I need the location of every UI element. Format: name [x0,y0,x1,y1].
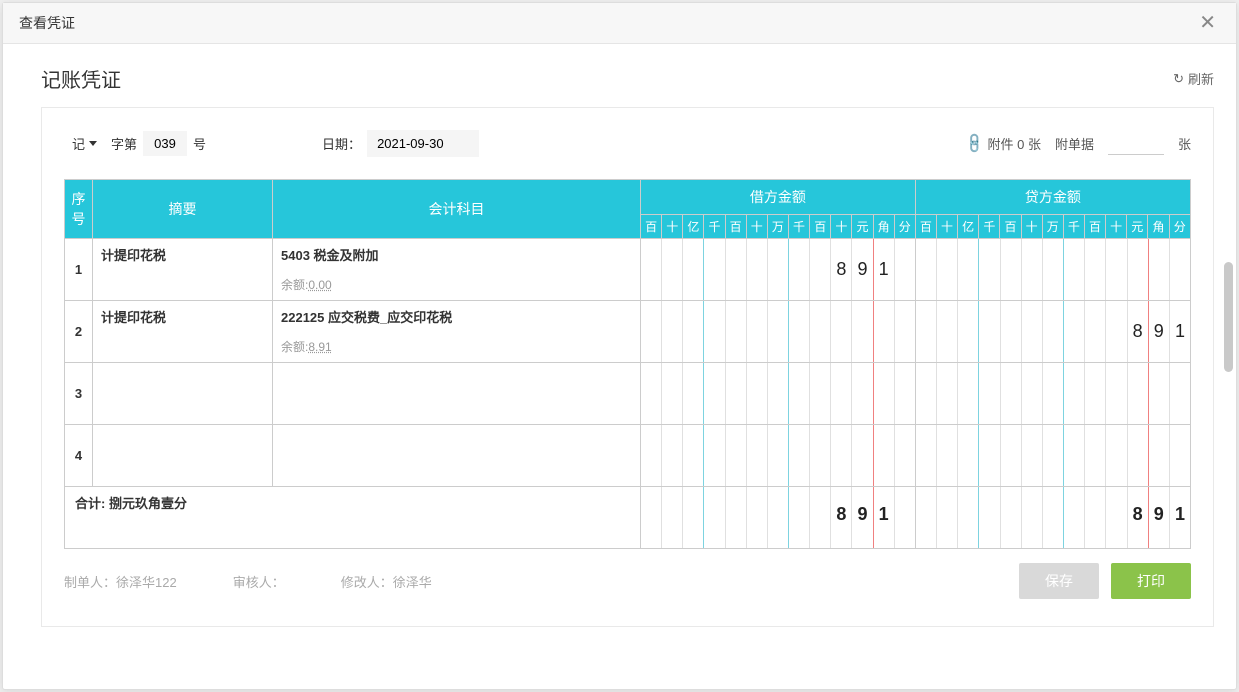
date-input[interactable] [367,130,479,157]
unit-header: 千 [1063,215,1084,239]
row-debit[interactable] [641,301,916,363]
unit-header: 百 [725,215,746,239]
date-label: 日期： [322,134,361,153]
voucher-table: 序号 摘要 会计科目 借方金额 贷方金额 百十亿千百十万千百十元角分百十亿千百十… [64,179,1191,549]
unit-header: 元 [1127,215,1148,239]
row-index: 1 [65,239,93,301]
auditor: 审核人： [233,572,285,591]
unit-header: 角 [873,215,894,239]
unit-header: 十 [1106,215,1127,239]
attach-bill-label: 附单据 [1055,134,1094,153]
attachment-icon: 🔗 [963,131,987,155]
page-title: 记账凭证 [41,64,121,93]
zhang-label: 张 [1178,134,1191,153]
unit-header: 千 [788,215,809,239]
unit-header: 十 [936,215,957,239]
unit-header: 十 [662,215,683,239]
table-row[interactable]: 4 [65,425,1191,487]
chevron-down-icon [89,141,97,146]
unit-header: 万 [767,215,788,239]
row-debit[interactable]: 891 [641,239,916,301]
row-summary[interactable] [93,363,273,425]
unit-header: 十 [1021,215,1042,239]
unit-header: 百 [1084,215,1105,239]
refresh-button[interactable]: ↻ 刷新 [1173,69,1214,88]
unit-header: 十 [746,215,767,239]
modifier: 修改人：徐泽华 [341,572,432,591]
row-summary[interactable] [93,425,273,487]
modal-header: 查看凭证 ✕ [3,3,1236,44]
unit-header: 元 [852,215,873,239]
row-subject[interactable]: 5403 税金及附加余额:0.00 [273,239,641,301]
refresh-label: 刷新 [1188,69,1214,88]
row-credit[interactable] [915,363,1190,425]
row-index: 2 [65,301,93,363]
col-debit: 借方金额 [641,180,916,215]
zidi-label: 字第 [111,134,137,153]
row-index: 3 [65,363,93,425]
row-debit[interactable] [641,425,916,487]
table-row[interactable]: 2计提印花税222125 应交税费_应交印花税余额:8.91 891 [65,301,1191,363]
voucher-modal: 查看凭证 ✕ 记账凭证 ↻ 刷新 记 字第 号 [2,2,1237,690]
voucher-type-select[interactable]: 记 [64,130,105,157]
print-button[interactable]: 打印 [1111,563,1191,599]
row-subject[interactable]: 222125 应交税费_应交印花税余额:8.91 [273,301,641,363]
scrollbar-thumb[interactable] [1224,262,1233,372]
col-subject: 会计科目 [273,180,641,239]
modal-body: 记账凭证 ↻ 刷新 记 字第 号 日期： [3,44,1236,689]
row-subject[interactable] [273,425,641,487]
attach-bill-input[interactable] [1108,133,1164,155]
attachment-link[interactable]: 🔗 附件 0 张 [966,134,1041,153]
row-summary[interactable]: 计提印花税 [93,301,273,363]
close-button[interactable]: ✕ [1195,13,1220,33]
table-row[interactable]: 1计提印花税5403 税金及附加余额:0.00891 [65,239,1191,301]
row-credit[interactable]: 891 [915,301,1190,363]
total-label: 合计: 捌元玖角壹分 [65,487,641,549]
row-credit[interactable] [915,239,1190,301]
col-idx: 序号 [65,180,93,239]
unit-header: 十 [831,215,852,239]
hao-label: 号 [193,134,206,153]
unit-header: 百 [915,215,936,239]
unit-header: 亿 [683,215,704,239]
total-credit: 891 [915,487,1190,549]
unit-header: 千 [704,215,725,239]
maker: 制单人：徐泽华122 [64,572,177,591]
row-index: 4 [65,425,93,487]
row-debit[interactable] [641,363,916,425]
row-summary[interactable]: 计提印花税 [93,239,273,301]
row-subject[interactable] [273,363,641,425]
unit-header: 亿 [958,215,979,239]
unit-header: 分 [1169,215,1190,239]
unit-header: 千 [979,215,1000,239]
signature-row: 制单人：徐泽华122 审核人： 修改人：徐泽华 保存 打印 [64,563,1191,599]
unit-header: 分 [894,215,915,239]
meta-row: 记 字第 号 日期： 🔗 附件 0 张 附单据 张 [64,130,1191,157]
save-button[interactable]: 保存 [1019,563,1099,599]
modal-title: 查看凭证 [19,13,75,33]
unit-header: 角 [1148,215,1169,239]
unit-header: 百 [641,215,662,239]
unit-header: 百 [810,215,831,239]
total-row: 合计: 捌元玖角壹分891891 [65,487,1191,549]
table-row[interactable]: 3 [65,363,1191,425]
unit-header: 万 [1042,215,1063,239]
col-credit: 贷方金额 [915,180,1190,215]
col-summary: 摘要 [93,180,273,239]
total-debit: 891 [641,487,916,549]
unit-header: 百 [1000,215,1021,239]
refresh-icon: ↻ [1173,71,1184,87]
voucher-sheet: 记 字第 号 日期： 🔗 附件 0 张 附单据 张 [41,107,1214,627]
close-icon: ✕ [1199,12,1216,34]
voucher-no-input[interactable] [143,131,187,156]
row-credit[interactable] [915,425,1190,487]
